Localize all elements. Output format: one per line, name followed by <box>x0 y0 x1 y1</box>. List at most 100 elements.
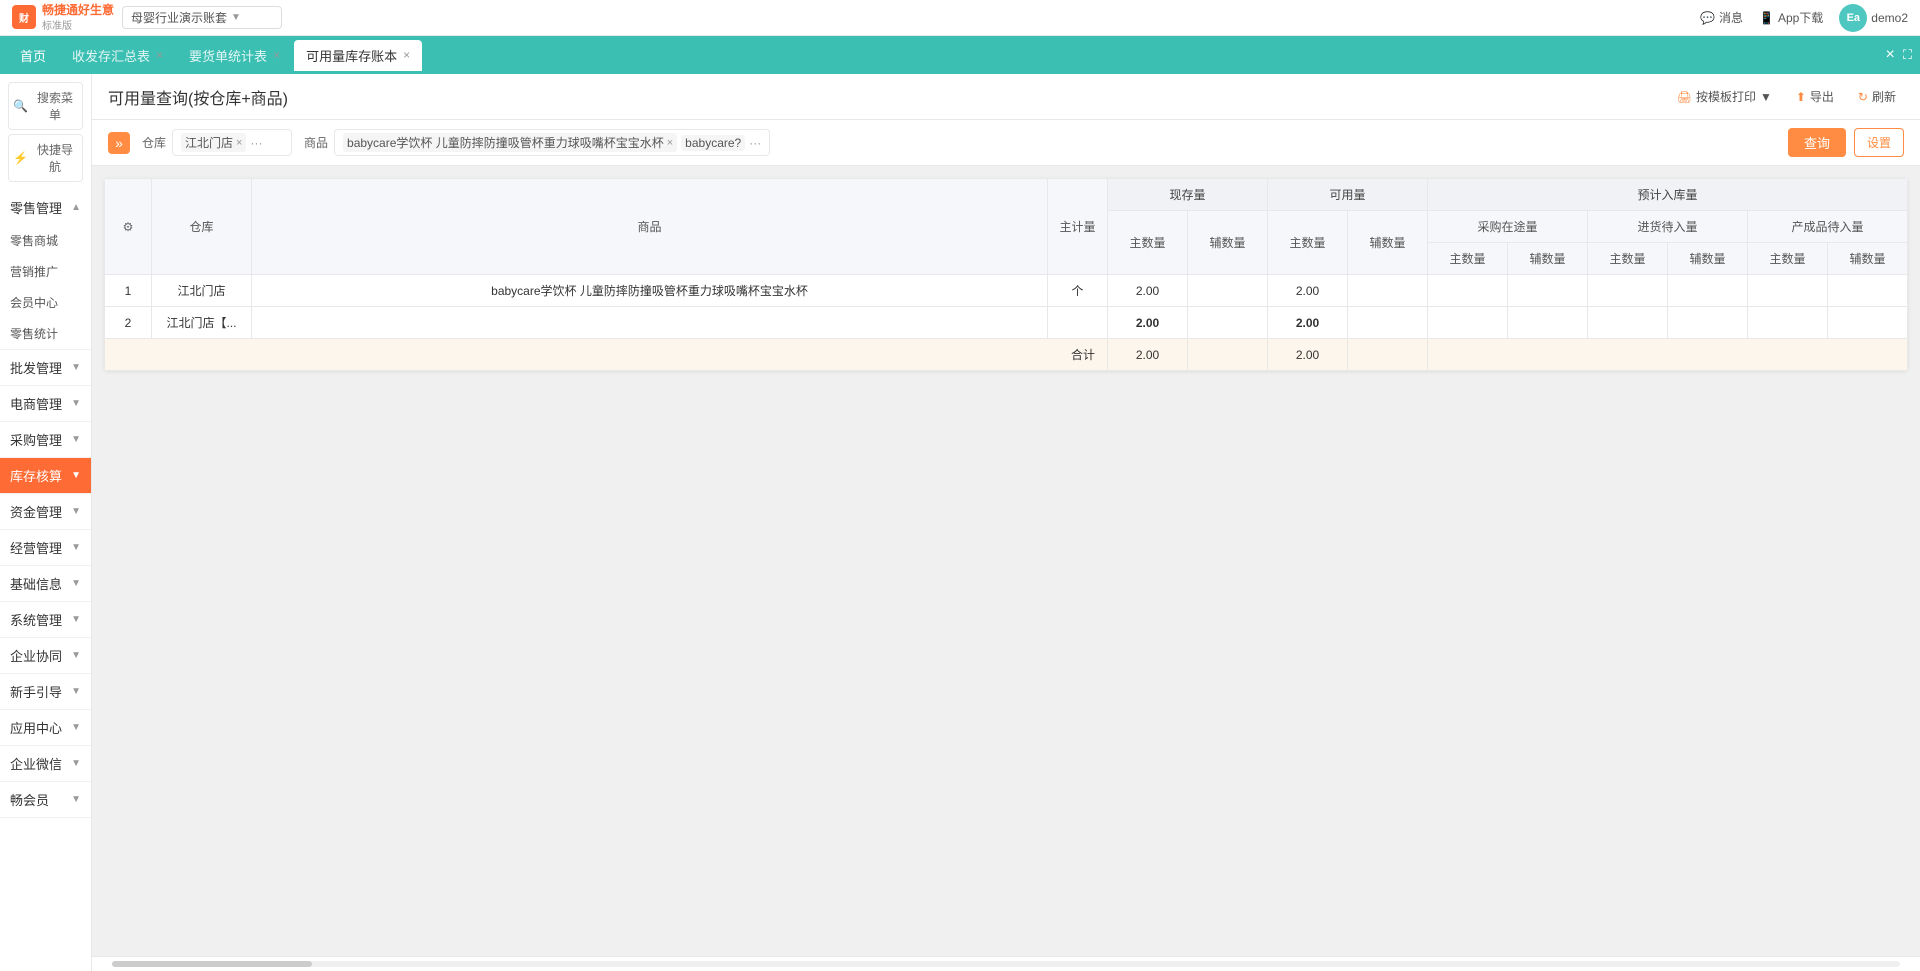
row2-warehouse: 江北门店【... <box>152 307 252 339</box>
chevron-icon: ▼ <box>71 614 81 625</box>
tab-order-label: 要货单统计表 <box>189 46 267 65</box>
summary-avail-main: 2.00 <box>1268 339 1348 371</box>
row2-inbound-main <box>1588 307 1668 339</box>
settings-button[interactable]: 设置 <box>1854 128 1904 157</box>
search-menu-button[interactable]: 🔍 搜索菜单 <box>8 82 83 130</box>
refresh-icon: ↻ <box>1858 90 1868 104</box>
expand-button[interactable]: ⛶ <box>1903 47 1912 63</box>
sidebar-group-inventory-toggle[interactable]: 库存核算 ▼ <box>0 458 91 493</box>
filter-expand-button[interactable]: » <box>108 132 130 154</box>
col-avail-sub-header: 辅数量 <box>1348 211 1428 275</box>
row1-no: 1 <box>105 275 152 307</box>
table-settings-icon[interactable]: ⚙ <box>115 214 141 240</box>
search-icon: 🔍 <box>13 99 28 113</box>
sidebar-group-retail-toggle[interactable]: 零售管理 ▲ <box>0 190 91 225</box>
sidebar-item-retail-mall[interactable]: 零售商城 <box>0 225 91 256</box>
tab-order-close[interactable]: × <box>273 48 280 62</box>
sidebar-group-retail: 零售管理 ▲ 零售商城 营销推广 会员中心 零售统计 <box>0 190 91 350</box>
sidebar-group-ecommerce: 电商管理 ▼ <box>0 386 91 422</box>
sidebar-group-wholesale-toggle[interactable]: 批发管理 ▼ <box>0 350 91 385</box>
tab-available-stock[interactable]: 可用量库存账本 × <box>294 40 422 71</box>
query-button[interactable]: 查询 <box>1788 128 1846 157</box>
top-bar: 财 畅捷通好生意 标准版 母婴行业演示账套 ▼ 💬 消息 📱 App下载 Ea … <box>0 0 1920 36</box>
sidebar: 🔍 搜索菜单 ⚡ 快捷导航 零售管理 ▲ 零售商城 营销推广 会员中心 <box>0 74 92 971</box>
tab-home-label: 首页 <box>20 46 46 65</box>
sidebar-group-members-toggle[interactable]: 畅会员 ▼ <box>0 782 91 817</box>
tab-order-stats[interactable]: 要货单统计表 × <box>177 40 292 71</box>
col-prod-main: 主数量 <box>1748 243 1828 275</box>
chevron-icon: ▼ <box>71 578 81 589</box>
sidebar-group-app-toggle[interactable]: 应用中心 ▼ <box>0 710 91 745</box>
goods-tag2: babycare? <box>681 135 745 151</box>
row2-stock-main: 2.00 <box>1108 307 1188 339</box>
tab-home[interactable]: 首页 <box>8 40 58 71</box>
sidebar-group-guide-toggle[interactable]: 新手引导 ▼ <box>0 674 91 709</box>
sidebar-group-ent-wechat: 企业微信 ▼ <box>0 746 91 782</box>
chevron-icon: ▼ <box>71 722 81 733</box>
sidebar-group-basic-toggle[interactable]: 基础信息 ▼ <box>0 566 91 601</box>
sidebar-group-finance-toggle[interactable]: 资金管理 ▼ <box>0 494 91 529</box>
sidebar-item-retail-stats[interactable]: 零售统计 <box>0 318 91 349</box>
row2-avail-main: 2.00 <box>1268 307 1348 339</box>
tab-available-close[interactable]: × <box>403 48 410 62</box>
goods-value2: babycare? <box>685 136 741 150</box>
nav-icon: ⚡ <box>13 151 28 165</box>
top-bar-right: 💬 消息 📱 App下载 Ea demo2 <box>1700 4 1908 32</box>
sidebar-group-wechat-toggle[interactable]: 企业微信 ▼ <box>0 746 91 781</box>
table-footer <box>92 956 1920 971</box>
chevron-icon: ▼ <box>71 470 81 481</box>
row2-purchase-sub <box>1508 307 1588 339</box>
refresh-label: 刷新 <box>1872 88 1896 105</box>
sidebar-group-ecommerce-toggle[interactable]: 电商管理 ▼ <box>0 386 91 421</box>
sidebar-item-member-center[interactable]: 会员中心 <box>0 287 91 318</box>
app-download-button[interactable]: 📱 App下载 <box>1759 9 1823 26</box>
quick-nav-button[interactable]: ⚡ 快捷导航 <box>8 134 83 182</box>
brand-name: 畅捷通好生意 <box>42 3 114 17</box>
col-stock-header: 现存量 <box>1108 179 1268 211</box>
page-actions: 🖨 按模板打印 ▼ ⬆ 导出 ↻ 刷新 <box>1669 84 1904 109</box>
scrollbar-track[interactable] <box>112 961 1900 967</box>
sidebar-group-system-toggle[interactable]: 系统管理 ▼ <box>0 602 91 637</box>
col-stock-main-header: 主数量 <box>1108 211 1188 275</box>
warehouse-remove-icon[interactable]: × <box>236 137 242 149</box>
message-button[interactable]: 💬 消息 <box>1700 9 1743 26</box>
tab-receipt-summary[interactable]: 收发存汇总表 × <box>60 40 175 71</box>
tab-receipt-close[interactable]: × <box>156 48 163 62</box>
user-profile[interactable]: Ea demo2 <box>1839 4 1908 32</box>
sidebar-group-enterprise: 企业协同 ▼ <box>0 638 91 674</box>
scrollbar-thumb[interactable] <box>112 961 312 967</box>
filter-warehouse: 仓库 江北门店 × ··· <box>142 129 292 156</box>
col-goods-header: 商品 <box>252 179 1048 275</box>
summary-stock-main: 2.00 <box>1108 339 1188 371</box>
sidebar-group-operations-toggle[interactable]: 经营管理 ▼ <box>0 530 91 565</box>
goods-remove-icon[interactable]: × <box>667 137 673 149</box>
brand-logo: 财 畅捷通好生意 标准版 <box>12 3 114 32</box>
filter-bar: » 仓库 江北门店 × ··· 商品 babycare学饮杯 儿童防摔防撞吸管杯… <box>92 120 1920 166</box>
warehouse-dots: ··· <box>250 136 262 150</box>
row1-unit: 个 <box>1048 275 1108 307</box>
sidebar-group-inventory: 库存核算 ▼ <box>0 458 91 494</box>
sidebar-group-enterprise-toggle[interactable]: 企业协同 ▼ <box>0 638 91 673</box>
sidebar-group-purchase-toggle[interactable]: 采购管理 ▼ <box>0 422 91 457</box>
sidebar-group-system: 系统管理 ▼ <box>0 602 91 638</box>
export-button[interactable]: ⬆ 导出 <box>1788 84 1842 109</box>
sidebar-item-marketing[interactable]: 营销推广 <box>0 256 91 287</box>
print-button[interactable]: 🖨 按模板打印 ▼ <box>1669 84 1780 109</box>
data-table: ⚙ 仓库 商品 主计量 现存量 可用量 预计入库量 主数量 辅数量 主数量 辅数… <box>104 178 1908 371</box>
close-all-button[interactable]: × <box>1886 46 1895 64</box>
export-icon: ⬆ <box>1796 90 1806 104</box>
row1-inbound-sub <box>1668 275 1748 307</box>
chevron-down-icon: ▼ <box>1760 90 1772 104</box>
chevron-down-icon: ▼ <box>231 12 241 23</box>
warehouse-value-box[interactable]: 江北门店 × ··· <box>172 129 292 156</box>
col-inbound-sub: 辅数量 <box>1668 243 1748 275</box>
goods-value-box[interactable]: babycare学饮杯 儿童防摔防撞吸管杯重力球吸嘴杯宝宝水杯 × babyca… <box>334 129 770 156</box>
refresh-button[interactable]: ↻ 刷新 <box>1850 84 1904 109</box>
chevron-icon: ▼ <box>71 506 81 517</box>
warehouse-value: 江北门店 <box>185 134 233 151</box>
sidebar-group-basic-info: 基础信息 ▼ <box>0 566 91 602</box>
sidebar-group-wholesale: 批发管理 ▼ <box>0 350 91 386</box>
row2-inbound-sub <box>1668 307 1748 339</box>
sidebar-group-members: 畅会员 ▼ <box>0 782 91 818</box>
store-selector[interactable]: 母婴行业演示账套 ▼ <box>122 6 282 29</box>
